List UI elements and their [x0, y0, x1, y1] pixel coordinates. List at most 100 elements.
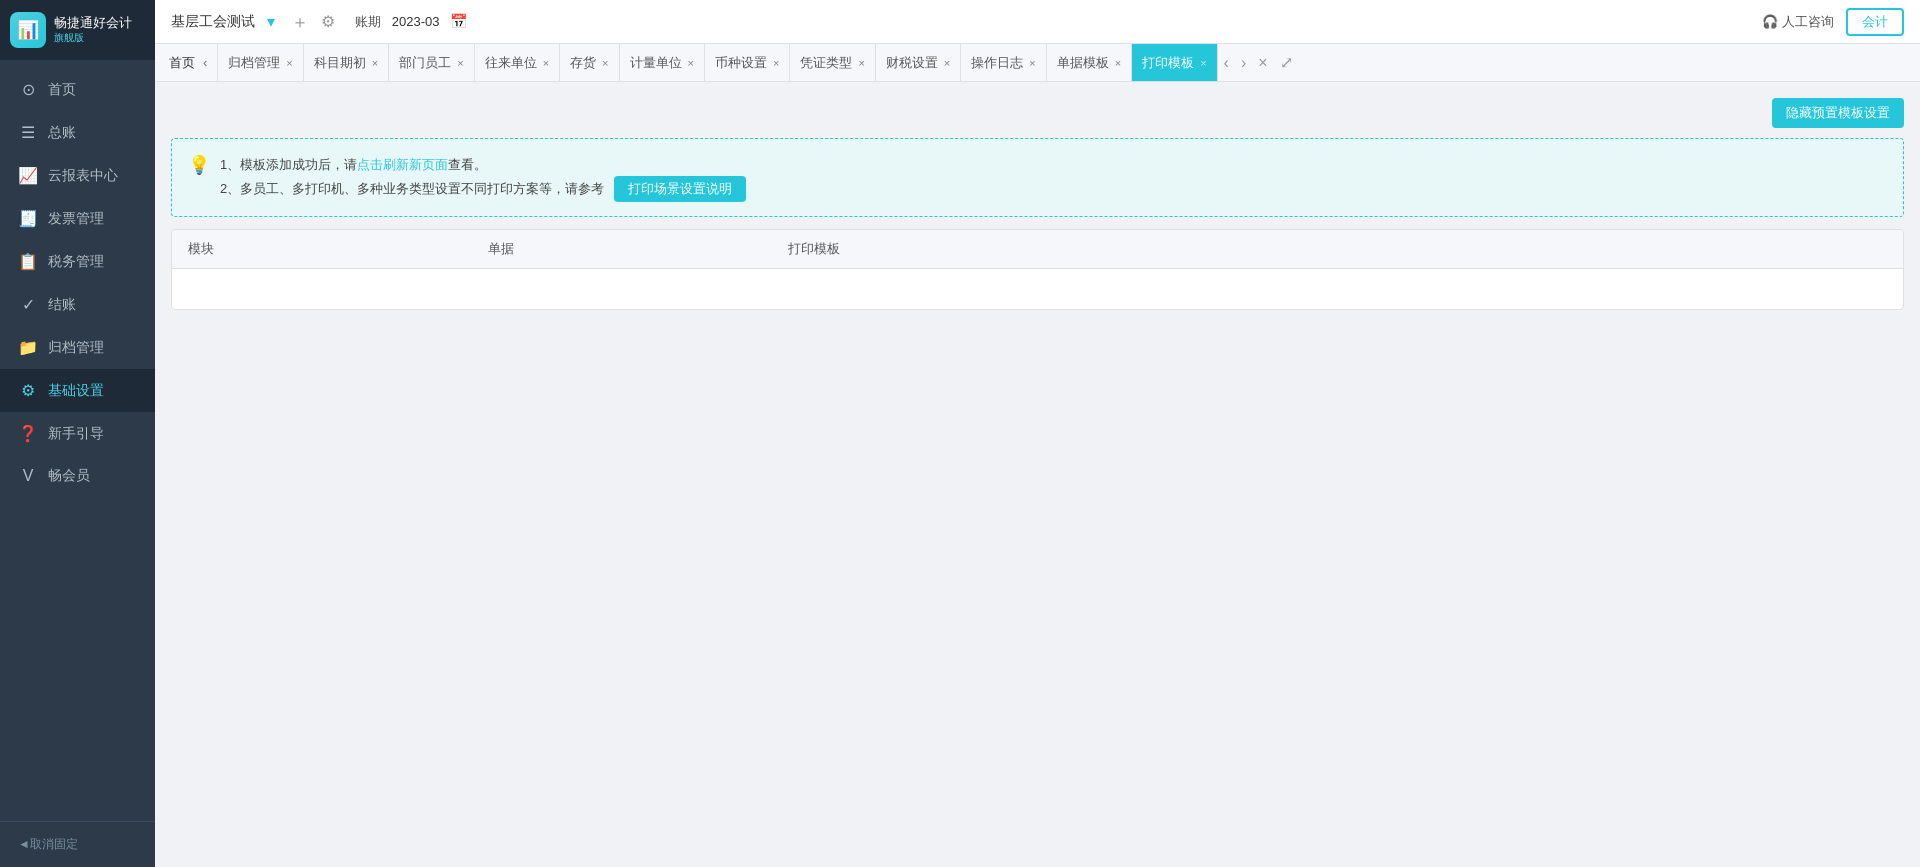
sidebar-item-archive[interactable]: 📁 归档管理: [0, 326, 155, 369]
tab-partner[interactable]: 往来单位 ×: [475, 44, 560, 82]
sidebar-unpin[interactable]: ◄取消固定: [0, 821, 155, 867]
tab-single-template[interactable]: 单据模板 ×: [1047, 44, 1132, 82]
tab-scroll-left[interactable]: ‹: [1218, 44, 1235, 82]
sidebar-item-label: 结账: [48, 296, 76, 314]
tab-close-currency[interactable]: ×: [773, 57, 779, 69]
tab-close-department[interactable]: ×: [457, 57, 463, 69]
table-header: 模块 单据 打印模板: [172, 230, 1903, 269]
tab-scroll-right[interactable]: ›: [1235, 44, 1252, 82]
tab-close-partner[interactable]: ×: [543, 57, 549, 69]
kuaiji-button[interactable]: 会计: [1846, 8, 1904, 36]
tab-nav-back[interactable]: ‹: [203, 55, 207, 70]
headset-icon: 🎧: [1762, 14, 1778, 29]
period-label: 账期 2023-03 📅: [355, 13, 467, 31]
tab-close-inventory[interactable]: ×: [602, 57, 608, 69]
notice-line1-post: 查看。: [448, 157, 487, 172]
table-body: [172, 269, 1903, 309]
print-template-table: 模块 单据 打印模板: [171, 229, 1904, 310]
tab-close-print-template[interactable]: ×: [1200, 57, 1206, 69]
notice-line2: 2、多员工、多打印机、多种业务类型设置不同打印方案等，请参考 打印场景设置说明: [220, 176, 746, 202]
tab-close-unit[interactable]: ×: [688, 57, 694, 69]
home-icon: ⊙: [18, 80, 38, 99]
tab-close-subject[interactable]: ×: [372, 57, 378, 69]
sidebar-item-label: 新手引导: [48, 425, 104, 443]
tab-label: 部门员工: [399, 54, 451, 72]
tab-close-finance[interactable]: ×: [944, 57, 950, 69]
checkout-icon: ✓: [18, 295, 38, 314]
sidebar-item-label: 基础设置: [48, 382, 104, 400]
sidebar-item-guide[interactable]: ❓ 新手引导: [0, 412, 155, 455]
tab-label: 财税设置: [886, 54, 938, 72]
customer-service-label: 人工咨询: [1782, 13, 1834, 31]
content-area: 隐藏预置模板设置 💡 1、模板添加成功后，请点击刷新新页面查看。 2、多员工、多…: [155, 82, 1920, 867]
guide-icon: ❓: [18, 424, 38, 443]
archive-icon: 📁: [18, 338, 38, 357]
settings-icon[interactable]: ⚙: [321, 12, 335, 31]
tab-voucher-type[interactable]: 凭证类型 ×: [790, 44, 875, 82]
tab-department[interactable]: 部门员工 ×: [389, 44, 474, 82]
app-version: 旗舰版: [54, 31, 132, 45]
tab-label: 科目期初: [314, 54, 366, 72]
tab-label: 凭证类型: [800, 54, 852, 72]
sidebar-item-label: 发票管理: [48, 210, 104, 228]
sidebar-item-invoice[interactable]: 🧾 发票管理: [0, 197, 155, 240]
hide-template-wrapper: 隐藏预置模板设置: [171, 98, 1904, 128]
logo-icon: 📊: [10, 12, 46, 48]
tab-label: 单据模板: [1057, 54, 1109, 72]
tab-print-template[interactable]: 打印模板 ×: [1132, 44, 1217, 82]
tab-home[interactable]: 首页 ‹: [159, 44, 218, 82]
app-name: 畅捷通好会计: [54, 15, 132, 32]
tab-currency[interactable]: 币种设置 ×: [705, 44, 790, 82]
tab-subject[interactable]: 科目期初 ×: [304, 44, 389, 82]
sidebar-item-member[interactable]: V 畅会员: [0, 455, 155, 497]
bulb-icon: 💡: [188, 154, 210, 176]
sidebar-item-tax[interactable]: 📋 税务管理: [0, 240, 155, 283]
tab-label: 打印模板: [1142, 54, 1194, 72]
hide-template-button[interactable]: 隐藏预置模板设置: [1772, 98, 1904, 128]
tab-close-oplog[interactable]: ×: [1029, 57, 1035, 69]
tab-close-voucher-type[interactable]: ×: [858, 57, 864, 69]
print-explain-button[interactable]: 打印场景设置说明: [614, 176, 746, 202]
ledger-icon: ☰: [18, 123, 38, 142]
sidebar: 📊 畅捷通好会计 旗舰版 ⊙ 首页 ☰ 总账 📈 云报表中心 🧾 发票管理 📋 …: [0, 0, 155, 867]
sidebar-item-checkout[interactable]: ✓ 结账: [0, 283, 155, 326]
company-dropdown-icon[interactable]: ▾: [267, 12, 275, 31]
sidebar-logo: 📊 畅捷通好会计 旗舰版: [0, 0, 155, 60]
calendar-icon[interactable]: 📅: [450, 13, 467, 29]
unpin-label: ◄取消固定: [18, 836, 78, 853]
tab-finance[interactable]: 财税设置 ×: [876, 44, 961, 82]
notice-box: 💡 1、模板添加成功后，请点击刷新新页面查看。 2、多员工、多打印机、多种业务类…: [171, 138, 1904, 217]
refresh-link[interactable]: 点击刷新新页面: [357, 157, 448, 172]
tab-oplog[interactable]: 操作日志 ×: [961, 44, 1046, 82]
tab-inventory[interactable]: 存货 ×: [560, 44, 619, 82]
top-header: 基层工会测试 ▾ ＋ ⚙ 账期 2023-03 📅 🎧 人工咨询 会计: [155, 0, 1920, 44]
tab-label: 存货: [570, 54, 596, 72]
sidebar-item-ledger[interactable]: ☰ 总账: [0, 111, 155, 154]
logo-text-block: 畅捷通好会计 旗舰版: [54, 15, 132, 46]
tab-expand[interactable]: ⤢: [1274, 44, 1299, 82]
tab-archive[interactable]: 归档管理 ×: [218, 44, 303, 82]
sidebar-item-reports[interactable]: 📈 云报表中心: [0, 154, 155, 197]
sidebar-item-home[interactable]: ⊙ 首页: [0, 68, 155, 111]
tab-unit[interactable]: 计量单位 ×: [620, 44, 705, 82]
tab-close-single-template[interactable]: ×: [1115, 57, 1121, 69]
customer-service-btn[interactable]: 🎧 人工咨询: [1762, 13, 1834, 31]
notice-text-block: 1、模板添加成功后，请点击刷新新页面查看。 2、多员工、多打印机、多种业务类型设…: [220, 153, 746, 202]
tax-icon: 📋: [18, 252, 38, 271]
sidebar-item-settings[interactable]: ⚙ 基础设置: [0, 369, 155, 412]
tab-close-all[interactable]: ×: [1252, 44, 1273, 82]
tab-label: 币种设置: [715, 54, 767, 72]
notice-line1: 1、模板添加成功后，请点击刷新新页面查看。: [220, 153, 746, 176]
tab-label: 往来单位: [485, 54, 537, 72]
tab-close-archive[interactable]: ×: [286, 57, 292, 69]
member-icon: V: [18, 467, 38, 485]
col-print-template: 打印模板: [772, 240, 1903, 258]
add-tab-icon[interactable]: ＋: [291, 10, 309, 34]
period-value: 2023-03: [392, 14, 440, 29]
sidebar-item-label: 云报表中心: [48, 167, 118, 185]
tab-label: 首页: [169, 54, 195, 72]
invoice-icon: 🧾: [18, 209, 38, 228]
sidebar-item-label: 归档管理: [48, 339, 104, 357]
header-right: 🎧 人工咨询 会计: [1762, 8, 1904, 36]
company-name: 基层工会测试: [171, 13, 255, 31]
